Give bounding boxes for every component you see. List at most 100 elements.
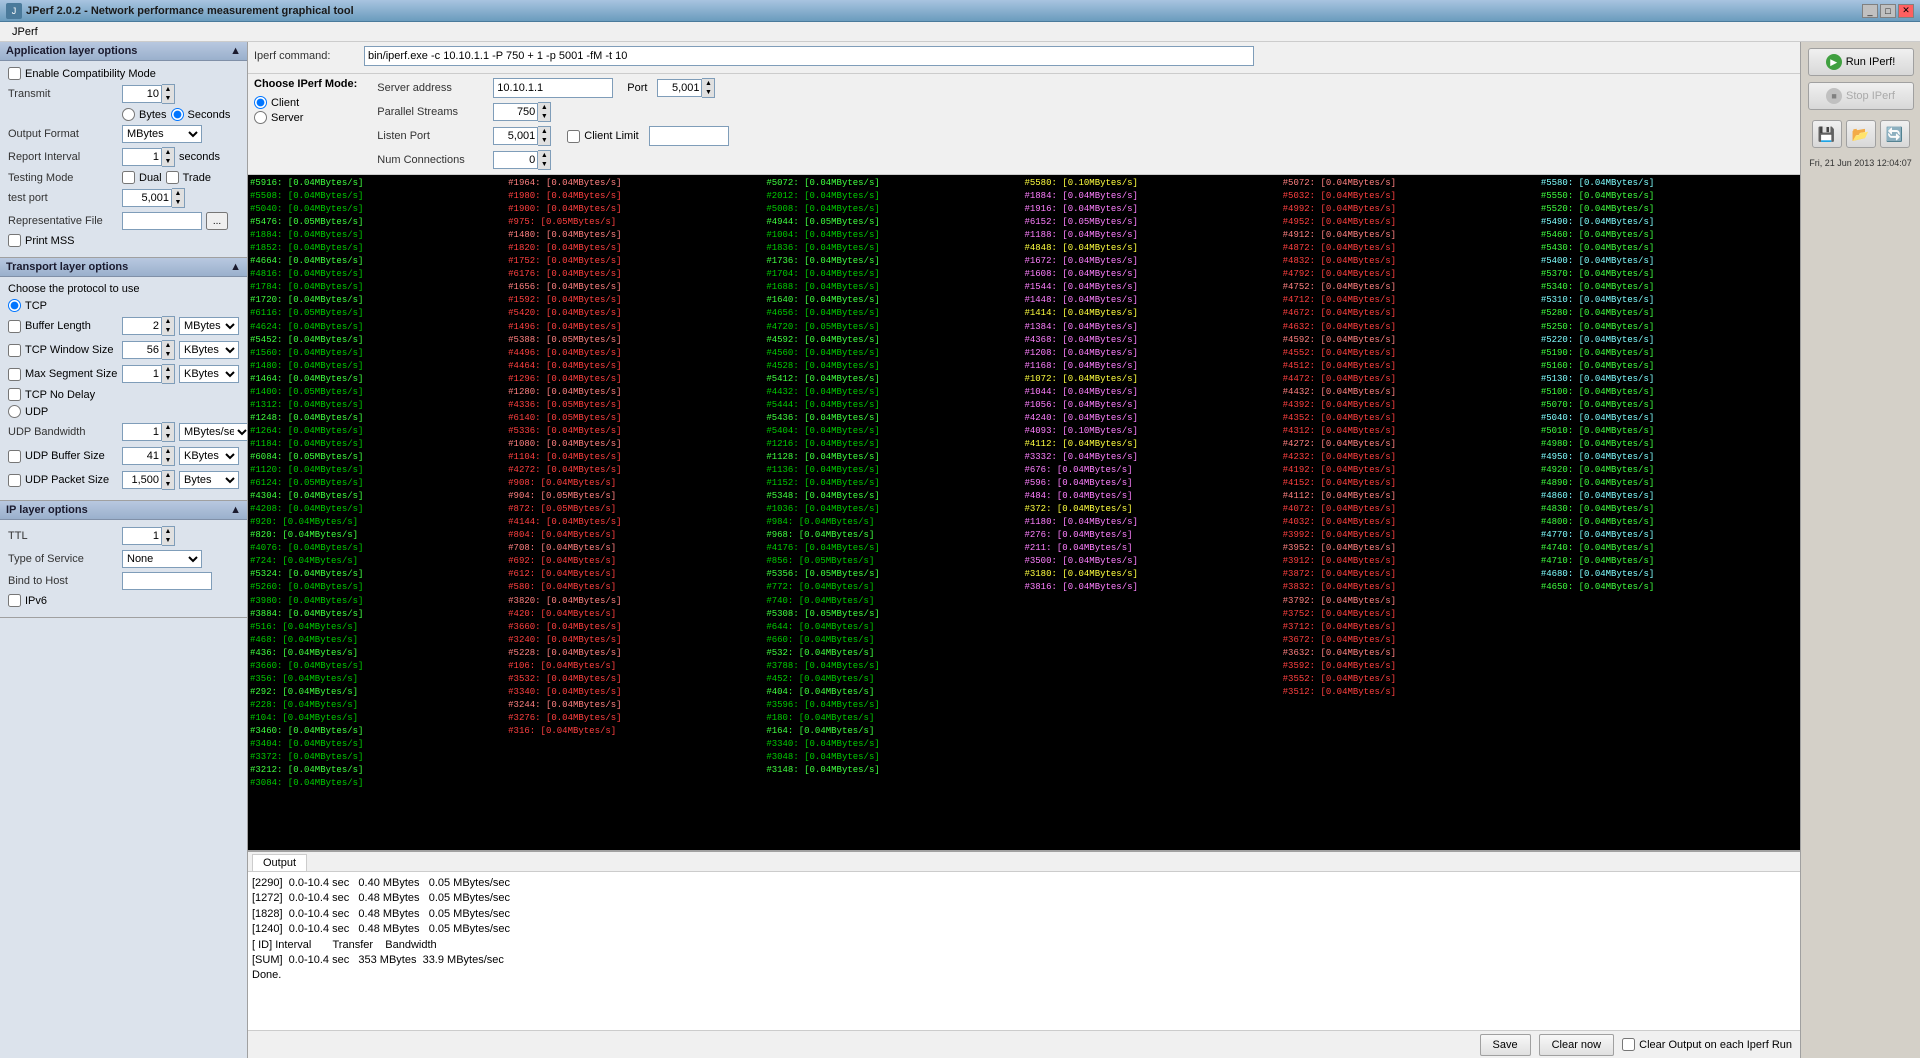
max-segment-spinbox[interactable]: ▲ ▼ xyxy=(122,364,175,384)
udp-buffer-checkbox[interactable] xyxy=(8,450,21,463)
dual-checkbox-label[interactable]: Dual xyxy=(122,171,162,184)
port-spin-btns[interactable]: ▲ ▼ xyxy=(702,78,715,98)
buffer-length-down[interactable]: ▼ xyxy=(162,326,174,335)
max-segment-spin-btns[interactable]: ▲ ▼ xyxy=(162,364,175,384)
transmit-spin-btns[interactable]: ▲ ▼ xyxy=(162,84,175,104)
save-icon-button[interactable]: 💾 xyxy=(1812,120,1842,148)
buffer-length-input[interactable] xyxy=(122,317,162,335)
ttl-down[interactable]: ▼ xyxy=(162,536,174,545)
transmit-down[interactable]: ▼ xyxy=(162,94,174,103)
udp-packet-input[interactable] xyxy=(122,471,162,489)
minimize-button[interactable]: _ xyxy=(1862,4,1878,18)
server-address-input[interactable] xyxy=(493,78,613,98)
iperf-command-input[interactable] xyxy=(364,46,1254,66)
udp-packet-checkbox[interactable] xyxy=(8,474,21,487)
port-spinbox[interactable]: ▲ ▼ xyxy=(657,78,715,98)
udp-packet-checkbox-label[interactable]: UDP Packet Size xyxy=(8,474,118,487)
window-controls[interactable]: _ □ ✕ xyxy=(1862,4,1914,18)
tcp-window-spin-btns[interactable]: ▲ ▼ xyxy=(162,340,175,360)
max-segment-up[interactable]: ▲ xyxy=(162,365,174,374)
client-mode-label[interactable]: Client xyxy=(254,96,357,109)
listen-port-spinbox[interactable]: ▲ ▼ xyxy=(493,126,551,146)
ttl-spin-btns[interactable]: ▲ ▼ xyxy=(162,526,175,546)
refresh-icon-button[interactable]: 🔄 xyxy=(1880,120,1910,148)
udp-packet-down[interactable]: ▼ xyxy=(162,480,174,489)
udp-bandwidth-up[interactable]: ▲ xyxy=(162,423,174,432)
port-input[interactable] xyxy=(657,79,702,97)
dual-checkbox[interactable] xyxy=(122,171,135,184)
compat-checkbox-label[interactable]: Enable Compatibility Mode xyxy=(8,67,156,80)
buffer-length-checkbox[interactable] xyxy=(8,320,21,333)
num-conn-spinbox[interactable]: ▲ ▼ xyxy=(493,150,551,170)
menu-jperf[interactable]: JPerf xyxy=(4,24,46,40)
udp-packet-up[interactable]: ▲ xyxy=(162,471,174,480)
server-radio[interactable] xyxy=(254,111,267,124)
close-button[interactable]: ✕ xyxy=(1898,4,1914,18)
print-mss-label[interactable]: Print MSS xyxy=(8,234,75,247)
tcp-window-down[interactable]: ▼ xyxy=(162,350,174,359)
report-interval-input[interactable] xyxy=(122,148,162,166)
port-down[interactable]: ▼ xyxy=(702,88,714,97)
udp-bandwidth-input[interactable] xyxy=(122,423,162,441)
open-icon-button[interactable]: 📂 xyxy=(1846,120,1876,148)
ttl-spinbox[interactable]: ▲ ▼ xyxy=(122,526,175,546)
udp-bandwidth-spin-btns[interactable]: ▲ ▼ xyxy=(162,422,175,442)
port-up[interactable]: ▲ xyxy=(702,79,714,88)
buffer-length-spin-btns[interactable]: ▲ ▼ xyxy=(162,316,175,336)
report-interval-down[interactable]: ▼ xyxy=(162,157,174,166)
seconds-radio-label[interactable]: Seconds xyxy=(171,108,231,121)
transmit-up[interactable]: ▲ xyxy=(162,85,174,94)
listen-port-up[interactable]: ▲ xyxy=(538,127,550,136)
output-tab[interactable]: Output xyxy=(252,854,307,871)
max-segment-down[interactable]: ▼ xyxy=(162,374,174,383)
ipv6-checkbox[interactable] xyxy=(8,594,21,607)
server-mode-label[interactable]: Server xyxy=(254,111,357,124)
ip-layer-collapse-icon[interactable]: ▲ xyxy=(230,504,241,516)
udp-radio-label[interactable]: UDP xyxy=(8,405,48,418)
rep-file-browse[interactable]: ... xyxy=(206,212,228,230)
tcp-nodelay-label[interactable]: TCP No Delay xyxy=(8,388,95,401)
test-port-spinbox[interactable]: ▲ ▼ xyxy=(122,188,185,208)
stop-iperf-button[interactable]: ■ Stop IPerf xyxy=(1808,82,1914,110)
run-iperf-button[interactable]: ▶ Run IPerf! xyxy=(1808,48,1914,76)
num-conn-spin-btns[interactable]: ▲ ▼ xyxy=(538,150,551,170)
listen-port-input[interactable] xyxy=(493,127,538,145)
udp-packet-spin-btns[interactable]: ▲ ▼ xyxy=(162,470,175,490)
maximize-button[interactable]: □ xyxy=(1880,4,1896,18)
report-interval-spin-btns[interactable]: ▲ ▼ xyxy=(162,147,175,167)
tcp-nodelay-checkbox[interactable] xyxy=(8,388,21,401)
parallel-up[interactable]: ▲ xyxy=(538,103,550,112)
num-conn-down[interactable]: ▼ xyxy=(538,160,550,169)
seconds-radio[interactable] xyxy=(171,108,184,121)
tcp-window-checkbox[interactable] xyxy=(8,344,21,357)
client-limit-checkbox[interactable] xyxy=(567,130,580,143)
bytes-radio[interactable] xyxy=(122,108,135,121)
tcp-window-up[interactable]: ▲ xyxy=(162,341,174,350)
num-conn-up[interactable]: ▲ xyxy=(538,151,550,160)
tcp-radio-label[interactable]: TCP xyxy=(8,299,47,312)
tcp-window-checkbox-label[interactable]: TCP Window Size xyxy=(8,344,118,357)
trade-checkbox[interactable] xyxy=(166,171,179,184)
app-layer-collapse-icon[interactable]: ▲ xyxy=(230,45,241,57)
udp-packet-unit[interactable]: BytesKBytes xyxy=(179,471,239,489)
ipv6-checkbox-label[interactable]: IPv6 xyxy=(8,594,47,607)
parallel-spinbox[interactable]: ▲ ▼ xyxy=(493,102,551,122)
parallel-input[interactable] xyxy=(493,103,538,121)
transmit-spinbox[interactable]: ▲ ▼ xyxy=(122,84,175,104)
buffer-length-up[interactable]: ▲ xyxy=(162,317,174,326)
max-segment-checkbox[interactable] xyxy=(8,368,21,381)
num-conn-input[interactable] xyxy=(493,151,538,169)
trade-checkbox-label[interactable]: Trade xyxy=(166,171,211,184)
print-mss-checkbox[interactable] xyxy=(8,234,21,247)
clear-on-run-checkbox[interactable] xyxy=(1622,1038,1635,1051)
udp-buffer-input[interactable] xyxy=(122,447,162,465)
tcp-window-spinbox[interactable]: ▲ ▼ xyxy=(122,340,175,360)
bind-host-input[interactable] xyxy=(122,572,212,590)
client-limit-input[interactable] xyxy=(649,126,729,146)
save-button[interactable]: Save xyxy=(1480,1034,1531,1056)
buffer-length-checkbox-label[interactable]: Buffer Length xyxy=(8,320,118,333)
listen-port-spin-btns[interactable]: ▲ ▼ xyxy=(538,126,551,146)
transmit-input[interactable] xyxy=(122,85,162,103)
udp-buffer-checkbox-label[interactable]: UDP Buffer Size xyxy=(8,450,118,463)
tcp-radio[interactable] xyxy=(8,299,21,312)
